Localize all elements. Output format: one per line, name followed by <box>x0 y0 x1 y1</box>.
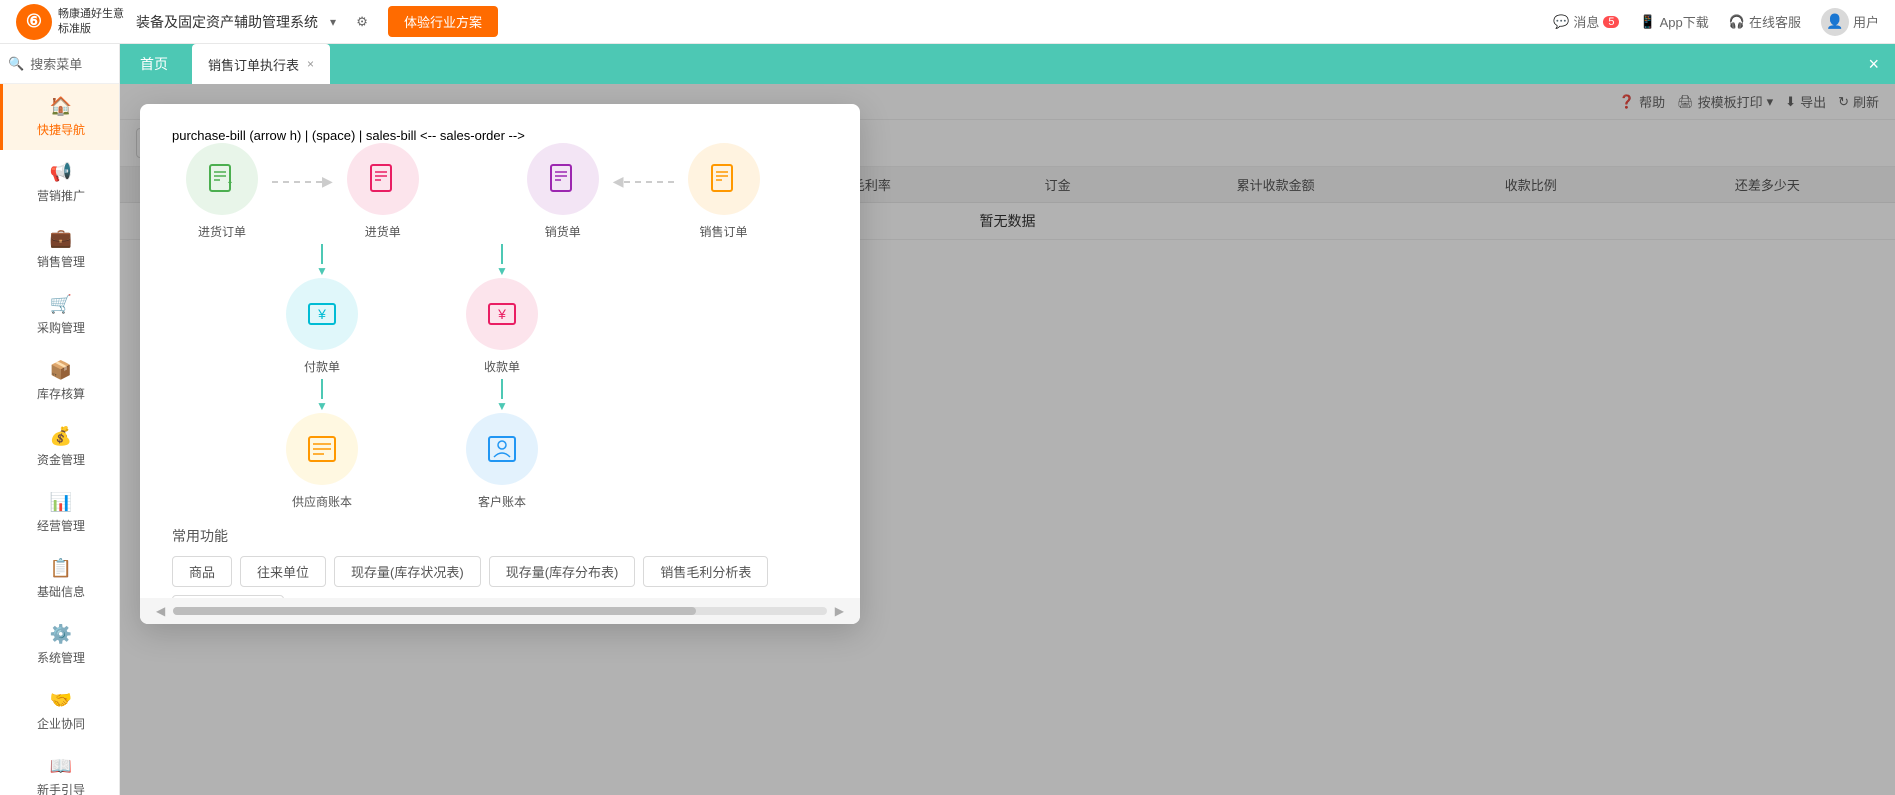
sidebar-item-system[interactable]: ⚙️ 系统管理 <box>0 612 119 678</box>
tab-bar: 首页 销售订单执行表 × × <box>120 44 1895 84</box>
scrollbar-thumb <box>173 607 696 615</box>
enterprise-icon: 🤝 <box>50 690 72 711</box>
arrow-h-1: ▶ <box>272 173 333 190</box>
tab-close-icon[interactable]: × <box>307 57 314 71</box>
purchase-bill-icon <box>347 143 419 215</box>
sidebar-nav: 🏠 快捷导航 📢 营销推广 💼 销售管理 🛒 采购管理 📦 库存核 <box>0 84 119 795</box>
arrow-down-row-2: ▼ ▼ <box>272 379 828 413</box>
marketing-icon: 📢 <box>50 162 72 183</box>
receipt-bill-icon: ¥ <box>466 278 538 350</box>
purchase-order-label: 进货订单 <box>198 223 246 240</box>
sidebar-item-inventory[interactable]: 📦 库存核算 <box>0 348 119 414</box>
system-dropdown[interactable]: ▾ <box>330 15 336 29</box>
app-download-button[interactable]: 📱 App下载 <box>1639 12 1708 31</box>
message-button[interactable]: 💬 消息 5 <box>1553 12 1619 31</box>
user-menu[interactable]: 👤 用户 <box>1821 8 1879 36</box>
overlay[interactable]: purchase-bill (arrow h) | (space) | sale… <box>120 84 1895 795</box>
topbar-center: 装备及固定资产辅助管理系统 ▾ ⚙ 体验行业方案 <box>136 6 1553 37</box>
operations-icon: 📊 <box>50 492 72 513</box>
scroll-left-arrow[interactable]: ◀ <box>156 604 165 618</box>
purchase-order-icon <box>186 143 258 215</box>
purchase-icon: 🛒 <box>50 294 72 315</box>
finance-icon: 💰 <box>50 426 72 447</box>
supplier-account-label: 供应商账本 <box>292 493 352 510</box>
arrow-down-row-1: ▼ ▼ <box>272 244 828 278</box>
payment-bill-icon: ¥ <box>286 278 358 350</box>
experience-button[interactable]: 体验行业方案 <box>388 6 498 37</box>
beginner-icon: 📖 <box>50 756 72 777</box>
flow-node-customer-account[interactable]: 客户账本 <box>452 413 552 510</box>
sidebar-item-operations[interactable]: 📊 经营管理 <box>0 480 119 546</box>
common-functions-title: 常用功能 <box>172 526 828 546</box>
sidebar-item-marketing[interactable]: 📢 营销推广 <box>0 150 119 216</box>
flow-node-payment-bill[interactable]: ¥ 付款单 <box>272 278 372 375</box>
topbar-right: 💬 消息 5 📱 App下载 🎧 在线客服 👤 用户 <box>1553 8 1879 36</box>
sidebar-item-basic-info[interactable]: 📋 基础信息 <box>0 546 119 612</box>
supplier-account-icon <box>286 413 358 485</box>
svg-text:¥: ¥ <box>317 306 326 322</box>
flow-node-purchase-order[interactable]: 进货订单 <box>172 143 272 240</box>
customer-account-label: 客户账本 <box>478 493 526 510</box>
sales-order-icon <box>688 143 760 215</box>
sidebar-item-purchase[interactable]: 🛒 采购管理 <box>0 282 119 348</box>
basic-info-icon: 📋 <box>50 558 72 579</box>
popup-scrollbar: ◀ ▶ <box>140 598 860 624</box>
customer-account-icon <box>466 413 538 485</box>
flow-node-purchase-bill[interactable]: 进货单 <box>333 143 433 240</box>
logo-area: ⑥ 畅康通好生意 标准版 <box>16 4 136 40</box>
inventory-icon: 📦 <box>50 360 72 381</box>
content-area: 首页 销售订单执行表 × × ❓ 帮助 <box>120 44 1895 795</box>
sidebar-item-finance[interactable]: 💰 资金管理 <box>0 414 119 480</box>
message-badge: 5 <box>1603 16 1619 28</box>
settings-icon[interactable]: ⚙ <box>348 8 376 36</box>
payment-bill-label: 付款单 <box>304 358 340 375</box>
svg-text:¥: ¥ <box>497 306 506 322</box>
arrow-h-2: ◀ <box>613 173 674 190</box>
receipt-bill-label: 收款单 <box>484 358 520 375</box>
flow-diagram: purchase-bill (arrow h) | (space) | sale… <box>172 128 828 518</box>
tab-bar-right: × <box>1868 54 1895 75</box>
avatar: 👤 <box>1821 8 1849 36</box>
sidebar-item-beginner[interactable]: 📖 新手引导 <box>0 744 119 795</box>
purchase-bill-label: 进货单 <box>365 223 401 240</box>
logo-text: 畅康通好生意 标准版 <box>58 7 124 36</box>
common-btn-goods[interactable]: 商品 <box>172 556 232 587</box>
sales-bill-label: 销货单 <box>545 223 581 240</box>
flow-node-sales-bill[interactable]: 销货单 <box>513 143 613 240</box>
sidebar-item-sales[interactable]: 💼 销售管理 <box>0 216 119 282</box>
system-icon: ⚙️ <box>50 624 72 645</box>
window-close-button[interactable]: × <box>1868 54 1879 74</box>
flow-node-receipt-bill[interactable]: ¥ 收款单 <box>452 278 552 375</box>
popup: purchase-bill (arrow h) | (space) | sale… <box>140 104 860 624</box>
common-btn-partners[interactable]: 往来单位 <box>240 556 326 587</box>
scroll-right-arrow[interactable]: ▶ <box>835 604 844 618</box>
home-icon: 🏠 <box>50 96 72 117</box>
topbar: ⑥ 畅康通好生意 标准版 装备及固定资产辅助管理系统 ▾ ⚙ 体验行业方案 💬 … <box>0 0 1895 44</box>
sales-bill-icon <box>527 143 599 215</box>
sidebar-item-enterprise[interactable]: 🤝 企业协同 <box>0 678 119 744</box>
common-buttons-row-1: 商品 往来单位 现存量(库存状况表) 现存量(库存分布表) 销售毛利分析表 商品… <box>172 556 828 598</box>
scrollbar-track[interactable] <box>173 607 827 615</box>
sidebar: 🔍 搜索菜单 🏠 快捷导航 📢 营销推广 💼 销售管理 🛒 <box>0 44 120 795</box>
common-btn-stock-status[interactable]: 现存量(库存状况表) <box>334 556 481 587</box>
logo-icon: ⑥ <box>16 4 52 40</box>
common-functions-section: 常用功能 商品 往来单位 现存量(库存状况表) 现存量(库存分布表) 销售毛利分… <box>172 526 828 598</box>
common-btn-stock-dist[interactable]: 现存量(库存分布表) <box>489 556 636 587</box>
online-service-button[interactable]: 🎧 在线客服 <box>1729 12 1801 31</box>
popup-body: purchase-bill (arrow h) | (space) | sale… <box>140 104 860 598</box>
flow-node-sales-order[interactable]: 销售订单 <box>674 143 774 240</box>
tab-sales-order[interactable]: 销售订单执行表 × <box>192 44 330 84</box>
common-btn-sales-profit[interactable]: 销售毛利分析表 <box>643 556 768 587</box>
flow-node-supplier-account[interactable]: 供应商账本 <box>272 413 372 510</box>
sidebar-item-quick-nav[interactable]: 🏠 快捷导航 <box>0 84 119 150</box>
sales-icon: 💼 <box>50 228 72 249</box>
page-content: ❓ 帮助 🖨 按模板打印 ▾ ⬇ 导出 ↻ <box>120 84 1895 795</box>
system-title: 装备及固定资产辅助管理系统 <box>136 12 318 32</box>
search-menu[interactable]: 🔍 搜索菜单 <box>0 44 119 84</box>
tab-home[interactable]: 首页 <box>120 44 188 84</box>
sales-order-label: 销售订单 <box>700 223 748 240</box>
